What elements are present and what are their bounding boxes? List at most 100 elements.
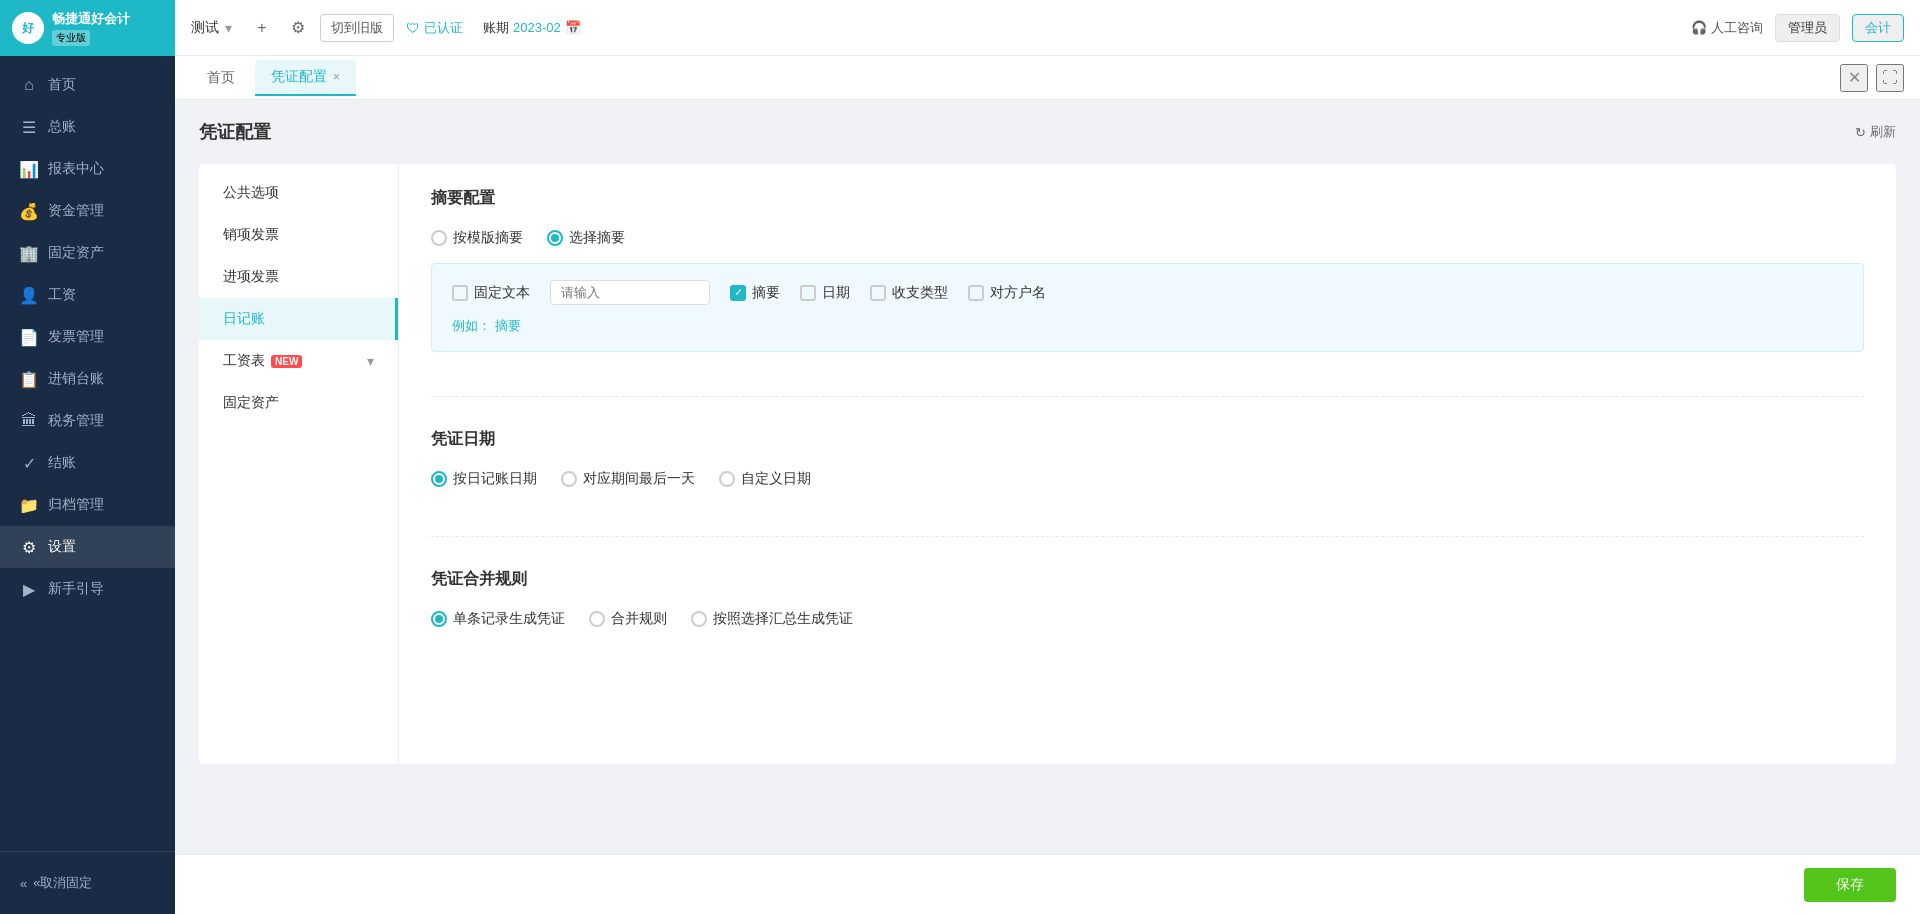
sidebar-item-invoice[interactable]: 📄 发票管理 bbox=[0, 316, 175, 358]
radio-select-all[interactable]: 按照选择汇总生成凭证 bbox=[691, 610, 853, 628]
radio-template-summary[interactable]: 按模版摘要 bbox=[431, 229, 523, 247]
switch-version-button[interactable]: 切到旧版 bbox=[320, 14, 394, 42]
salary-icon: 👤 bbox=[20, 286, 38, 304]
config-nav-purchase-invoice[interactable]: 进项发票 bbox=[199, 256, 398, 298]
fixed-text-input[interactable] bbox=[550, 280, 710, 305]
save-bar: 保存 bbox=[175, 854, 1920, 914]
accountant-button[interactable]: 会计 bbox=[1852, 14, 1904, 42]
sidebar-item-funds[interactable]: 💰 资金管理 bbox=[0, 190, 175, 232]
add-button[interactable]: + bbox=[248, 14, 276, 42]
radio-journal-date[interactable]: 按日记账日期 bbox=[431, 470, 537, 488]
last-day-circle bbox=[561, 471, 577, 487]
calendar-icon[interactable]: 📅 bbox=[565, 20, 581, 35]
checkbox-date[interactable]: 日期 bbox=[800, 284, 850, 302]
summary-checkboxes: 固定文本 ✓ 摘要 日期 bbox=[452, 280, 1843, 305]
merge-rules-section: 凭证合并规则 单条记录生成凭证 合并规则 bbox=[431, 569, 1864, 676]
checkbox-fixed-text[interactable]: 固定文本 bbox=[452, 284, 530, 302]
config-nav-payroll[interactable]: 工资表 NEW ▾ bbox=[199, 340, 398, 382]
new-badge: NEW bbox=[271, 355, 302, 368]
close-tab-button[interactable]: ✕ bbox=[1840, 64, 1868, 92]
settings-button[interactable]: ⚙ bbox=[284, 14, 312, 42]
summary-config-section: 摘要配置 按模版摘要 选择摘要 bbox=[431, 188, 1864, 397]
chevron-down-icon: ▾ bbox=[367, 353, 374, 369]
radio-last-day[interactable]: 对应期间最后一天 bbox=[561, 470, 695, 488]
merge-circle bbox=[589, 611, 605, 627]
user-button[interactable]: 管理员 bbox=[1775, 14, 1840, 42]
company-dropdown-icon: ▾ bbox=[225, 20, 232, 36]
shield-icon: 🛡 bbox=[406, 20, 420, 36]
logo-badge: 专业版 bbox=[52, 30, 90, 46]
config-nav: 公共选项 销项发票 进项发票 日记账 工资表 bbox=[199, 164, 399, 764]
sidebar-item-purchase-sales[interactable]: 📋 进销台账 bbox=[0, 358, 175, 400]
tab-home[interactable]: 首页 bbox=[191, 60, 251, 96]
radio-template-circle bbox=[431, 230, 447, 246]
settings-icon: ⚙ bbox=[20, 538, 38, 556]
sidebar-item-salary[interactable]: 👤 工资 bbox=[0, 274, 175, 316]
logo-text-block: 畅捷通好会计 专业版 bbox=[52, 10, 130, 46]
sidebar-bottom: « «取消固定 bbox=[0, 851, 175, 914]
funds-icon: 💰 bbox=[20, 202, 38, 220]
checkbox-counterpart[interactable]: 对方户名 bbox=[968, 284, 1046, 302]
headset-icon: 🎧 bbox=[1691, 20, 1707, 35]
consult-button[interactable]: 🎧 人工咨询 bbox=[1691, 19, 1763, 37]
guide-icon: ▶ bbox=[20, 580, 38, 598]
sidebar-item-home[interactable]: ⌂ 首页 bbox=[0, 64, 175, 106]
tab-close-voucher[interactable]: × bbox=[333, 70, 340, 84]
tax-icon: 🏛 bbox=[20, 412, 38, 430]
save-button[interactable]: 保存 bbox=[1804, 868, 1896, 902]
sidebar-item-settlement[interactable]: ✓ 结账 bbox=[0, 442, 175, 484]
date-checkbox bbox=[800, 285, 816, 301]
sidebar-item-fixed-assets[interactable]: 🏢 固定资产 bbox=[0, 232, 175, 274]
radio-custom-date[interactable]: 自定义日期 bbox=[719, 470, 811, 488]
summary-checkbox: ✓ bbox=[730, 285, 746, 301]
page-header: 凭证配置 ↻ 刷新 bbox=[199, 120, 1896, 144]
checkbox-income-expense[interactable]: 收支类型 bbox=[870, 284, 948, 302]
expand-tab-button[interactable]: ⛶ bbox=[1876, 64, 1904, 92]
radio-select-summary[interactable]: 选择摘要 bbox=[547, 229, 625, 247]
main-area: 测试 ▾ + ⚙ 切到旧版 🛡 已认证 账期 2023-02 📅 🎧 人工咨询 bbox=[175, 0, 1920, 914]
page-content: 凭证配置 ↻ 刷新 公共选项 销项发票 bbox=[175, 100, 1920, 854]
tab-bar: 首页 凭证配置 × ✕ ⛶ bbox=[175, 56, 1920, 100]
sidebar-item-reports[interactable]: 📊 报表中心 bbox=[0, 148, 175, 190]
sidebar-item-archive[interactable]: 📁 归档管理 bbox=[0, 484, 175, 526]
sidebar-nav: ⌂ 首页 ☰ 总账 📊 报表中心 💰 资金管理 🏢 固定资产 👤 工资 bbox=[0, 56, 175, 851]
sidebar-item-guide[interactable]: ▶ 新手引导 bbox=[0, 568, 175, 610]
select-all-circle bbox=[691, 611, 707, 627]
verified-badge: 🛡 已认证 bbox=[406, 19, 463, 37]
checkbox-summary[interactable]: ✓ 摘要 bbox=[730, 284, 780, 302]
summary-section-title: 摘要配置 bbox=[431, 188, 1864, 209]
radio-merge[interactable]: 合并规则 bbox=[589, 610, 667, 628]
sidebar-item-tax[interactable]: 🏛 税务管理 bbox=[0, 400, 175, 442]
reports-icon: 📊 bbox=[20, 160, 38, 178]
example-text: 例如： 摘要 bbox=[452, 317, 1843, 335]
refresh-button[interactable]: ↻ 刷新 bbox=[1855, 123, 1896, 141]
config-nav-fixed-assets[interactable]: 固定资产 bbox=[199, 382, 398, 424]
sidebar: 好 畅捷通好会计 专业版 ⌂ 首页 ☰ 总账 📊 报表中心 💰 资金管理 bbox=[0, 0, 175, 914]
logo-icon: 好 bbox=[12, 12, 44, 44]
merge-rules-radio-group: 单条记录生成凭证 合并规则 按照选择汇总生成凭证 bbox=[431, 610, 1864, 628]
ledger-icon: ☰ bbox=[20, 118, 38, 136]
tab-voucher-config[interactable]: 凭证配置 × bbox=[255, 60, 356, 96]
sidebar-item-settings[interactable]: ⚙ 设置 bbox=[0, 526, 175, 568]
logo-title: 畅捷通好会计 bbox=[52, 10, 130, 28]
config-nav-sales-invoice[interactable]: 销项发票 bbox=[199, 214, 398, 256]
cancel-fixed-icon: « bbox=[20, 876, 27, 891]
counterpart-checkbox bbox=[968, 285, 984, 301]
cancel-fixed-button[interactable]: « «取消固定 bbox=[0, 864, 175, 902]
period-info: 账期 2023-02 📅 bbox=[483, 19, 581, 37]
topbar-right: 🎧 人工咨询 管理员 会计 bbox=[1691, 14, 1904, 42]
voucher-date-section: 凭证日期 按日记账日期 对应期间最后一天 bbox=[431, 429, 1864, 537]
topbar-actions: + ⚙ 切到旧版 bbox=[248, 14, 394, 42]
single-circle bbox=[431, 611, 447, 627]
radio-single[interactable]: 单条记录生成凭证 bbox=[431, 610, 565, 628]
topbar: 测试 ▾ + ⚙ 切到旧版 🛡 已认证 账期 2023-02 📅 🎧 人工咨询 bbox=[175, 0, 1920, 56]
settlement-icon: ✓ bbox=[20, 454, 38, 472]
invoice-icon: 📄 bbox=[20, 328, 38, 346]
voucher-date-title: 凭证日期 bbox=[431, 429, 1864, 450]
company-selector[interactable]: 测试 ▾ bbox=[191, 19, 232, 37]
fixed-assets-icon: 🏢 bbox=[20, 244, 38, 262]
sidebar-item-ledger[interactable]: ☰ 总账 bbox=[0, 106, 175, 148]
config-nav-journal[interactable]: 日记账 bbox=[199, 298, 398, 340]
config-nav-public[interactable]: 公共选项 bbox=[199, 172, 398, 214]
purchase-sales-icon: 📋 bbox=[20, 370, 38, 388]
